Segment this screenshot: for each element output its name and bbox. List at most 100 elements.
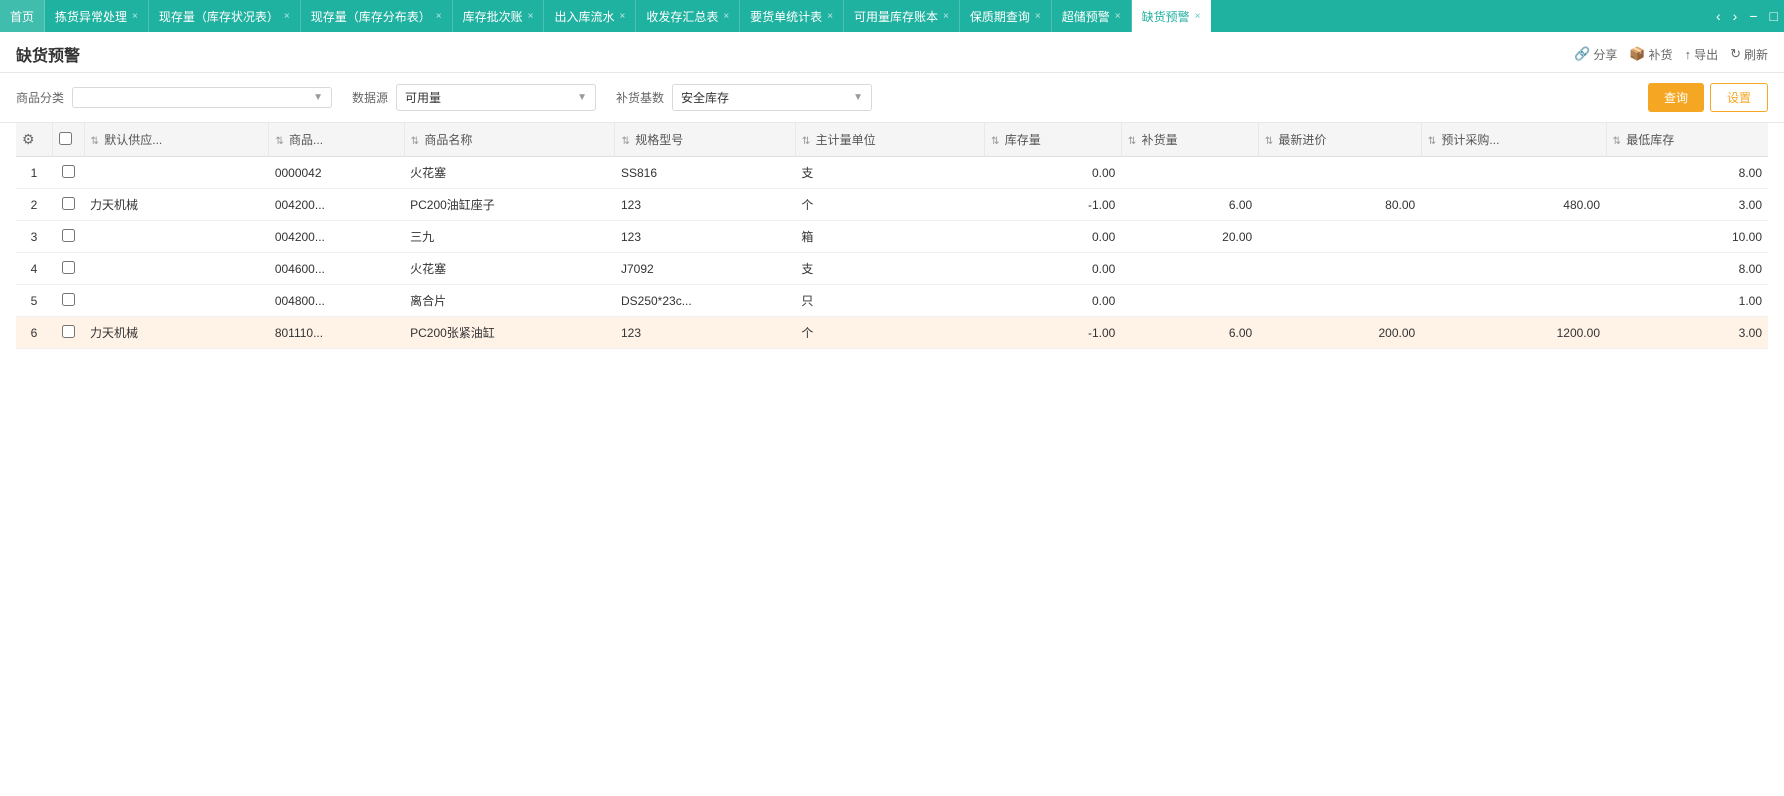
datasource-select-value: 可用量 [405, 89, 573, 106]
row-spec: J7092 [615, 253, 795, 285]
sort-product-code-icon: ⇅ [275, 136, 283, 147]
row-checkbox[interactable] [62, 293, 75, 306]
th-est-purchase[interactable]: ⇅ 预计采购... [1421, 123, 1606, 157]
share-button[interactable]: 🔗 分享 [1574, 46, 1617, 63]
th-min-stock[interactable]: ⇅ 最低库存 [1606, 123, 1768, 157]
tab-close-order-stat[interactable]: × [827, 11, 833, 22]
row-supplier [84, 253, 269, 285]
row-min-stock: 3.00 [1606, 189, 1768, 221]
row-stock: 0.00 [985, 157, 1122, 189]
share-icon: 🔗 [1574, 46, 1590, 62]
tab-home[interactable]: 首页 [0, 0, 45, 32]
tab-maximize-button[interactable]: □ [1764, 0, 1784, 32]
row-product-code: 801110... [269, 317, 404, 349]
tab-close-summary[interactable]: × [723, 11, 729, 22]
tab-stock-status[interactable]: 现存量（库存状况表） × [149, 0, 301, 32]
row-replenish [1121, 253, 1258, 285]
row-est-purchase [1421, 157, 1606, 189]
th-settings: ⚙ [16, 123, 52, 157]
table-row: 2 力天机械 004200... PC200油缸座子 123 个 -1.00 6… [16, 189, 1768, 221]
tab-overstock[interactable]: 超储预警 × [1052, 0, 1132, 32]
row-settings-cell: 1 [16, 157, 52, 189]
replenish-base-select[interactable]: 安全库存 ▼ [672, 84, 872, 111]
category-select[interactable]: ▼ [72, 87, 332, 108]
row-checkbox[interactable] [62, 165, 75, 178]
tab-available[interactable]: 可用量库存账本 × [844, 0, 960, 32]
row-stock: 0.00 [985, 285, 1122, 317]
row-unit: 支 [795, 253, 984, 285]
th-product-name[interactable]: ⇅ 商品名称 [404, 123, 615, 157]
replenish-button[interactable]: 📦 补货 [1629, 46, 1672, 63]
row-min-stock: 1.00 [1606, 285, 1768, 317]
row-unit: 个 [795, 317, 984, 349]
datasource-select[interactable]: 可用量 ▼ [396, 84, 596, 111]
tab-close-expiry[interactable]: × [1035, 11, 1041, 22]
row-checkbox-cell [52, 317, 84, 349]
row-supplier: 力天机械 [84, 189, 269, 221]
th-stock[interactable]: ⇅ 库存量 [985, 123, 1122, 157]
row-replenish: 6.00 [1121, 317, 1258, 349]
tab-prev-button[interactable]: ‹ [1710, 0, 1727, 32]
tab-batch[interactable]: 库存批次账 × [453, 0, 545, 32]
row-spec: 123 [615, 189, 795, 221]
row-supplier [84, 157, 269, 189]
export-button[interactable]: ↑ 导出 [1685, 46, 1719, 63]
tab-expiry[interactable]: 保质期查询 × [960, 0, 1052, 32]
tab-abnormal[interactable]: 拣货异常处理 × [45, 0, 149, 32]
th-supplier[interactable]: ⇅ 默认供应... [84, 123, 269, 157]
row-latest-price [1258, 285, 1421, 317]
tab-close-available[interactable]: × [943, 11, 949, 22]
tab-close-abnormal[interactable]: × [132, 11, 138, 22]
query-button[interactable]: 查询 [1648, 83, 1704, 112]
sort-min-stock-icon: ⇅ [1613, 136, 1621, 147]
row-supplier [84, 285, 269, 317]
tab-order-stat[interactable]: 要货单统计表 × [740, 0, 844, 32]
tab-minimize-button[interactable]: − [1743, 0, 1763, 32]
page-title: 缺货预警 [16, 42, 80, 66]
row-unit: 只 [795, 285, 984, 317]
th-product-code[interactable]: ⇅ 商品... [269, 123, 404, 157]
row-settings-cell: 3 [16, 221, 52, 253]
sort-unit-icon: ⇅ [802, 136, 810, 147]
tab-bar: 首页 拣货异常处理 × 现存量（库存状况表） × 现存量（库存分布表） × 库存… [0, 0, 1784, 32]
table-container: ⚙ ⇅ 默认供应... ⇅ 商品... ⇅ 商品名称 [0, 123, 1784, 349]
row-product-name: 三九 [404, 221, 615, 253]
row-checkbox[interactable] [62, 229, 75, 242]
tab-close-overstock[interactable]: × [1115, 11, 1121, 22]
row-latest-price [1258, 157, 1421, 189]
th-unit[interactable]: ⇅ 主计量单位 [795, 123, 984, 157]
sort-spec-icon: ⇅ [621, 136, 629, 147]
tab-close-stock-status[interactable]: × [284, 11, 290, 22]
row-supplier [84, 221, 269, 253]
th-latest-price[interactable]: ⇅ 最新进价 [1258, 123, 1421, 157]
th-replenish[interactable]: ⇅ 补货量 [1121, 123, 1258, 157]
column-settings-icon[interactable]: ⚙ [22, 131, 35, 147]
row-checkbox[interactable] [62, 325, 75, 338]
tab-shortage[interactable]: 缺货预警 × [1132, 0, 1212, 32]
row-min-stock: 8.00 [1606, 253, 1768, 285]
filter-row: 商品分类 ▼ 数据源 可用量 ▼ 补货基数 安全库存 ▼ 查询 设置 [0, 73, 1784, 123]
table-row: 3 004200... 三九 123 箱 0.00 20.00 10.00 [16, 221, 1768, 253]
select-all-checkbox[interactable] [59, 132, 72, 145]
row-checkbox[interactable] [62, 261, 75, 274]
refresh-button[interactable]: ↻ 刷新 [1730, 46, 1768, 63]
replenish-base-filter-group: 补货基数 安全库存 ▼ [616, 84, 872, 111]
row-unit: 箱 [795, 221, 984, 253]
tab-next-button[interactable]: › [1727, 0, 1744, 32]
category-filter-label: 商品分类 [16, 89, 64, 106]
tab-close-flow[interactable]: × [619, 11, 625, 22]
settings-button[interactable]: 设置 [1710, 83, 1768, 112]
tab-close-shortage[interactable]: × [1195, 11, 1201, 22]
tab-close-batch[interactable]: × [528, 11, 534, 22]
row-replenish: 6.00 [1121, 189, 1258, 221]
row-settings-cell: 4 [16, 253, 52, 285]
row-est-purchase [1421, 221, 1606, 253]
row-product-name: 火花塞 [404, 157, 615, 189]
tab-close-stock-dist[interactable]: × [436, 11, 442, 22]
tab-flow[interactable]: 出入库流水 × [544, 0, 636, 32]
tab-stock-dist[interactable]: 现存量（库存分布表） × [301, 0, 453, 32]
tab-summary[interactable]: 收发存汇总表 × [636, 0, 740, 32]
row-product-name: 离合片 [404, 285, 615, 317]
row-checkbox[interactable] [62, 197, 75, 210]
th-spec[interactable]: ⇅ 规格型号 [615, 123, 795, 157]
